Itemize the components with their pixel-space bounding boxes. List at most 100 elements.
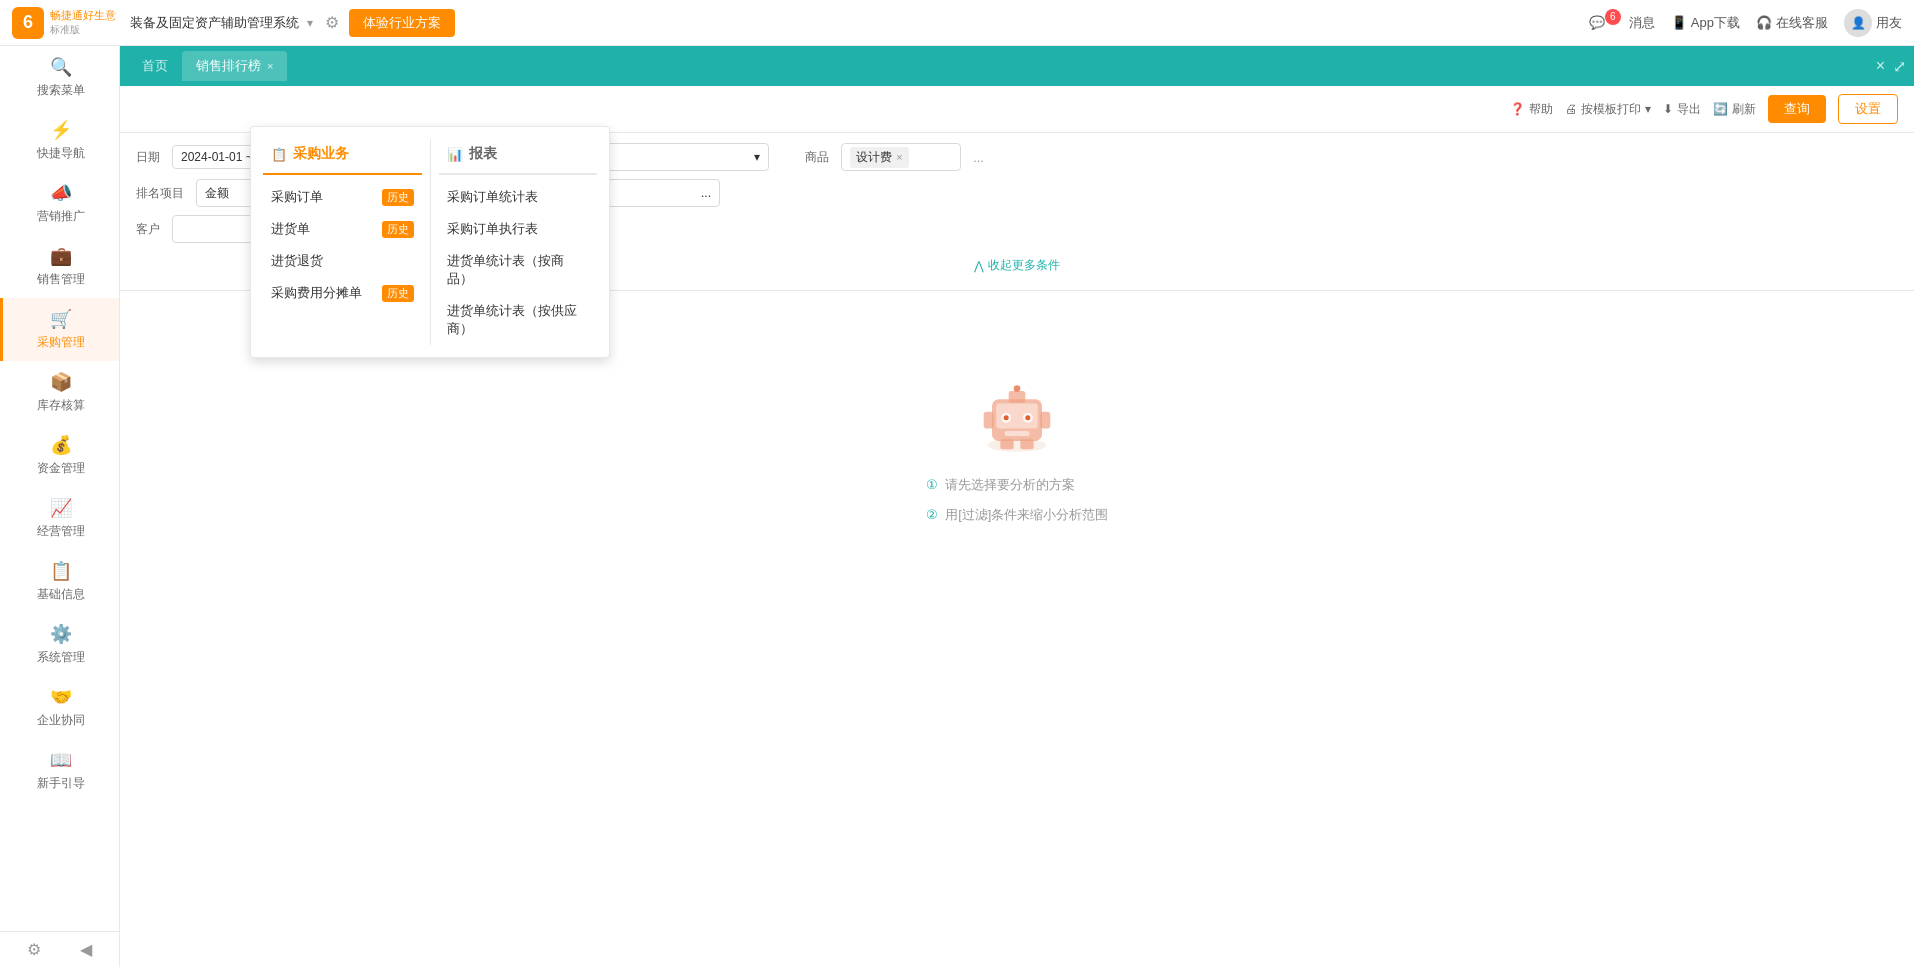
online-service-item[interactable]: 🎧 在线客服: [1756, 14, 1828, 32]
online-service-label: 在线客服: [1776, 14, 1828, 32]
empty-illustration: [967, 371, 1067, 464]
sidebar-item-quick-nav[interactable]: ⚡ 快捷导航: [0, 109, 119, 172]
svg-rect-11: [1020, 439, 1033, 449]
app-container: 6 畅捷通好生意 标准版 装备及固定资产辅助管理系统 ▾ ⚙ 体验行业方案 💬 …: [0, 0, 1914, 967]
industry-button[interactable]: 体验行业方案: [349, 9, 455, 37]
sidebar-label-inventory: 库存核算: [37, 397, 85, 414]
system-icon: ⚙️: [50, 623, 72, 645]
print-btn[interactable]: 🖨 按模板打印 ▾: [1565, 101, 1651, 118]
dropdown-arrow-icon[interactable]: ▾: [307, 16, 313, 30]
message-icon: 💬: [1589, 15, 1605, 30]
message-badge: 6: [1605, 9, 1621, 25]
content-body: 📋 采购业务 采购订单 历史 进货单 历史 进货退货: [120, 86, 1914, 967]
sidebar-collapse-icon[interactable]: ◀: [80, 940, 92, 959]
help-btn[interactable]: ❓ 帮助: [1510, 101, 1553, 118]
sidebar-label-marketing: 营销推广: [37, 208, 85, 225]
rank-value: 金额: [205, 185, 229, 202]
avatar: 👤: [1844, 9, 1872, 37]
svg-rect-7: [1005, 431, 1030, 436]
logo-area: 6 畅捷通好生意 标准版: [12, 7, 122, 39]
purchase-icon: 🛒: [50, 308, 72, 330]
report-col-icon: 📊: [447, 147, 463, 162]
return-label: 进货退货: [271, 252, 323, 270]
sidebar-label-sales: 销售管理: [37, 271, 85, 288]
dropdown-item-order-exec[interactable]: 采购订单执行表: [439, 213, 598, 245]
top-bar: 6 畅捷通好生意 标准版 装备及固定资产辅助管理系统 ▾ ⚙ 体验行业方案 💬 …: [0, 0, 1914, 46]
sidebar-item-collab[interactable]: 🤝 企业协同: [0, 676, 119, 739]
sidebar: 🔍 搜索菜单 ⚡ 快捷导航 📣 营销推广 💼 销售管理 🛒 采购管理 📦: [0, 46, 120, 967]
dropdown-item-expense[interactable]: 采购费用分摊单 历史: [263, 277, 422, 309]
sidebar-item-marketing[interactable]: 📣 营销推广: [0, 172, 119, 235]
sidebar-item-purchase[interactable]: 🛒 采购管理: [0, 298, 119, 361]
phone-icon: 📱: [1671, 15, 1687, 30]
query-button[interactable]: 查询: [1768, 95, 1826, 123]
gear-icon[interactable]: ⚙: [325, 13, 339, 32]
sidebar-item-finance[interactable]: 💰 资金管理: [0, 424, 119, 487]
purchase-col-title: 采购业务: [293, 145, 349, 163]
avatar-icon: 👤: [1851, 16, 1866, 30]
sidebar-item-search[interactable]: 🔍 搜索菜单: [0, 46, 119, 109]
dropdown-item-order-stats[interactable]: 采购订单统计表: [439, 181, 598, 213]
tab-home[interactable]: 首页: [128, 51, 182, 81]
purchase-col-header: 📋 采购业务: [263, 139, 422, 175]
export-btn[interactable]: ⬇ 导出: [1663, 101, 1701, 118]
svg-rect-10: [1000, 439, 1013, 449]
goods-tag: 设计费 ×: [850, 147, 908, 168]
sidebar-item-system[interactable]: ⚙️ 系统管理: [0, 613, 119, 676]
tab-home-label: 首页: [142, 57, 168, 75]
dropdown-item-receipt-stats-goods[interactable]: 进货单统计表（按商品）: [439, 245, 598, 295]
operations-icon: 📈: [50, 497, 72, 519]
help-label: 帮助: [1529, 101, 1553, 118]
svg-rect-9: [1040, 412, 1050, 429]
sidebar-label-guide: 新手引导: [37, 775, 85, 792]
receipt-stats-goods-label: 进货单统计表（按商品）: [447, 252, 590, 288]
sidebar-settings-icon[interactable]: ⚙: [27, 940, 41, 959]
purchase-order-label: 采购订单: [271, 188, 323, 206]
empty-hint-area: ① 请先选择要分析的方案 ② 用[过滤]条件来缩小分析范围: [926, 464, 1109, 524]
customer-label: 客户: [136, 221, 160, 238]
inventory-icon: 📦: [50, 371, 72, 393]
collapse-button[interactable]: ⋀ 收起更多条件: [974, 257, 1060, 274]
help-icon: ❓: [1510, 102, 1525, 116]
close-window-icon[interactable]: ×: [1876, 57, 1885, 75]
goods-tag-close-icon[interactable]: ×: [896, 151, 902, 163]
sidebar-item-basics[interactable]: 📋 基础信息: [0, 550, 119, 613]
expense-label: 采购费用分摊单: [271, 284, 362, 302]
goods-input[interactable]: 设计费 ×: [841, 143, 961, 171]
salesperson-ellipsis[interactable]: ...: [701, 186, 711, 200]
print-icon: 🖨: [1565, 102, 1577, 116]
sidebar-item-sales[interactable]: 💼 销售管理: [0, 235, 119, 298]
sidebar-label-search: 搜索菜单: [37, 82, 85, 99]
empty-hint-1: ① 请先选择要分析的方案: [926, 476, 1109, 494]
logo-line2: 标准版: [50, 23, 116, 37]
dropdown-item-receipt-stats-supplier[interactable]: 进货单统计表（按供应商）: [439, 295, 598, 345]
history-badge-1: 历史: [382, 221, 414, 238]
sidebar-item-inventory[interactable]: 📦 库存核算: [0, 361, 119, 424]
goods-tag-value: 设计费: [856, 149, 892, 166]
refresh-btn[interactable]: 🔄 刷新: [1713, 101, 1756, 118]
goods-ellipsis[interactable]: ...: [973, 150, 984, 165]
main-area: 🔍 搜索菜单 ⚡ 快捷导航 📣 营销推广 💼 销售管理 🛒 采购管理 📦: [0, 46, 1914, 967]
dropdown-item-purchase-order[interactable]: 采购订单 历史: [263, 181, 422, 213]
maximize-icon[interactable]: ⤢: [1893, 57, 1906, 76]
order-stats-label: 采购订单统计表: [447, 188, 538, 206]
history-badge-0: 历史: [382, 189, 414, 206]
export-label: 导出: [1677, 101, 1701, 118]
settings-button[interactable]: 设置: [1838, 94, 1898, 124]
tab-sales-rank[interactable]: 销售排行榜 ×: [182, 51, 287, 81]
sidebar-label-basics: 基础信息: [37, 586, 85, 603]
sidebar-bottom: ⚙ ◀: [0, 931, 119, 967]
dropdown-item-goods-receipt[interactable]: 进货单 历史: [263, 213, 422, 245]
history-badge-3: 历史: [382, 285, 414, 302]
app-download-item[interactable]: 📱 App下载: [1671, 14, 1740, 32]
svg-rect-8: [984, 412, 994, 429]
dropdown-item-return[interactable]: 进货退货: [263, 245, 422, 277]
user-area[interactable]: 👤 用友: [1844, 9, 1902, 37]
sidebar-item-operations[interactable]: 📈 经营管理: [0, 487, 119, 550]
sidebar-item-guide[interactable]: 📖 新手引导: [0, 739, 119, 802]
svg-rect-12: [1009, 391, 1026, 403]
message-item[interactable]: 💬 6 消息: [1589, 14, 1655, 32]
tab-close-icon[interactable]: ×: [267, 60, 273, 72]
chevron-down-icon: ▾: [754, 150, 760, 164]
goods-receipt-label: 进货单: [271, 220, 310, 238]
